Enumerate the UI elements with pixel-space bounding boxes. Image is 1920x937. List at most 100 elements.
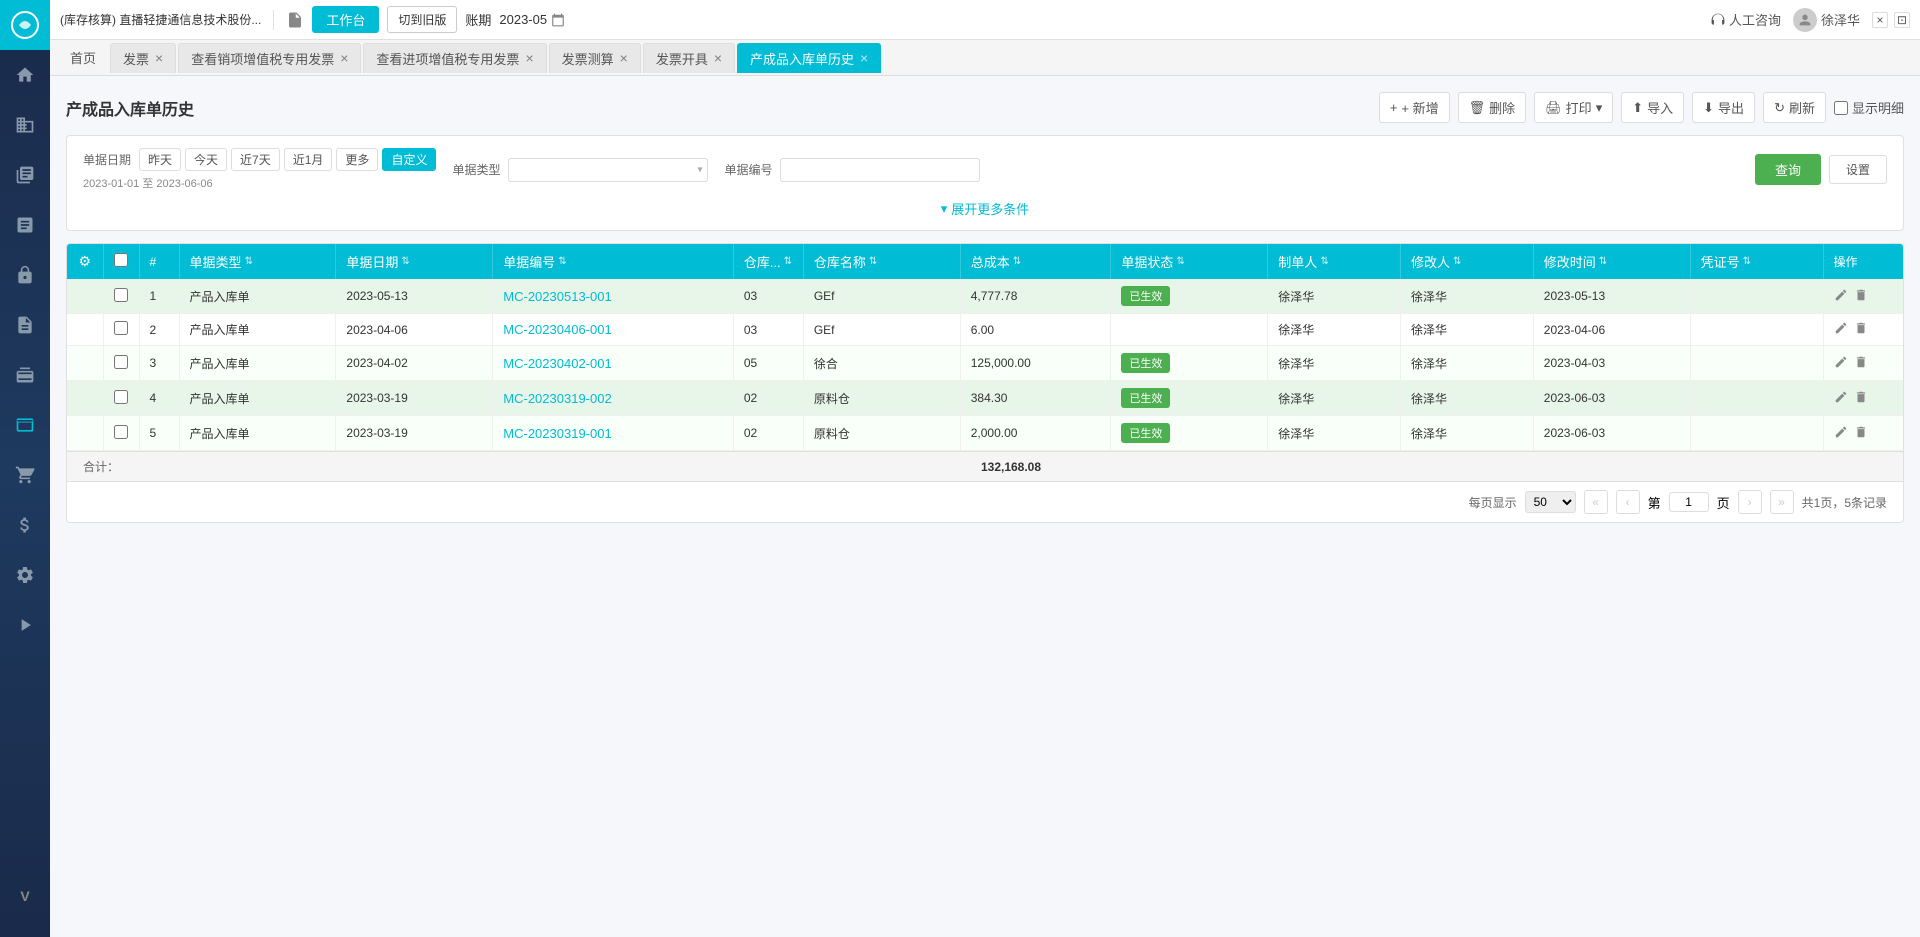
prev-page-btn[interactable]: ‹ [1616, 490, 1640, 514]
table-row[interactable]: 1 产品入库单 2023-05-13 MC-20230513-001 03 GE… [67, 279, 1903, 314]
support-item[interactable]: 人工咨询 [1711, 10, 1781, 29]
doc-number-link[interactable]: MC-20230406-001 [503, 322, 611, 337]
tab-issue[interactable]: 发票开具 × [643, 43, 735, 73]
sidebar-item-asset[interactable] [0, 350, 50, 400]
row-checkbox-3[interactable] [114, 390, 128, 404]
row-delete-btn[interactable] [1854, 425, 1868, 442]
user-item[interactable]: 徐泽华 [1793, 8, 1860, 32]
export-button[interactable]: ⬇ 导出 [1692, 92, 1755, 123]
th-date[interactable]: 单据日期 ⇅ [336, 244, 493, 279]
query-button[interactable]: 查询 [1755, 154, 1821, 185]
cell-number[interactable]: MC-20230319-001 [493, 416, 734, 451]
select-all-checkbox[interactable] [114, 253, 128, 267]
window-close-btn[interactable]: × [1872, 12, 1888, 28]
th-creator[interactable]: 制单人 ⇅ [1268, 244, 1401, 279]
new-button[interactable]: + + 新增 [1379, 92, 1450, 123]
tab-invoice-close[interactable]: × [155, 50, 163, 66]
table-row[interactable]: 3 产品入库单 2023-04-02 MC-20230402-001 05 徐合… [67, 346, 1903, 381]
th-voucher[interactable]: 凭证号 ⇅ [1690, 244, 1823, 279]
row-checkbox-4[interactable] [114, 425, 128, 439]
tab-product-in[interactable]: 产成品入库单历史 × [737, 43, 881, 73]
sidebar-item-org[interactable] [0, 100, 50, 150]
delete-button[interactable]: 🗑 删除 [1458, 92, 1527, 123]
th-modify-time[interactable]: 修改时间 ⇅ [1533, 244, 1690, 279]
row-delete-btn[interactable] [1854, 390, 1868, 407]
row-checkbox-0[interactable] [114, 288, 128, 302]
sidebar-item-salary[interactable] [0, 500, 50, 550]
th-status[interactable]: 单据状态 ⇅ [1111, 244, 1268, 279]
tab-sales-vat[interactable]: 查看销项增值税专用发票 × [178, 43, 361, 73]
row-edit-btn[interactable] [1834, 288, 1848, 305]
table-row[interactable]: 4 产品入库单 2023-03-19 MC-20230319-002 02 原料… [67, 381, 1903, 416]
tab-product-in-close[interactable]: × [860, 50, 868, 66]
date-btn-1month[interactable]: 近1月 [284, 148, 333, 171]
tab-calc-close[interactable]: × [620, 50, 628, 66]
doc-number-link[interactable]: MC-20230319-001 [503, 426, 611, 441]
th-modifier[interactable]: 修改人 ⇅ [1401, 244, 1534, 279]
window-maximize-btn[interactable]: ⊡ [1894, 12, 1910, 28]
old-version-button[interactable]: 切到旧版 [387, 6, 457, 33]
sidebar-item-ledger[interactable] [0, 150, 50, 200]
date-btn-custom[interactable]: 自定义 [382, 148, 436, 171]
row-delete-btn[interactable] [1854, 288, 1868, 305]
workspace-button[interactable]: 工作台 [312, 6, 379, 33]
refresh-button[interactable]: ↻ 刷新 [1763, 92, 1826, 123]
date-btn-more[interactable]: 更多 [336, 148, 378, 171]
tab-input-vat[interactable]: 查看进项增值税专用发票 × [363, 43, 546, 73]
sidebar-item-home[interactable] [0, 50, 50, 100]
row-edit-btn[interactable] [1834, 390, 1848, 407]
expand-button[interactable]: ▾ 展开更多条件 [941, 199, 1030, 218]
sidebar-item-player[interactable] [0, 600, 50, 650]
date-btn-today[interactable]: 今天 [185, 148, 227, 171]
sidebar-item-purchase[interactable] [0, 450, 50, 500]
set-button[interactable]: 设置 [1829, 155, 1887, 184]
cell-number[interactable]: MC-20230319-002 [493, 381, 734, 416]
page-size-select[interactable]: 50 100 200 [1525, 491, 1576, 513]
table-row[interactable]: 2 产品入库单 2023-04-06 MC-20230406-001 03 GE… [67, 314, 1903, 346]
cell-number[interactable]: MC-20230402-001 [493, 346, 734, 381]
next-page-btn[interactable]: › [1738, 490, 1762, 514]
cell-number[interactable]: MC-20230513-001 [493, 279, 734, 314]
date-btn-yesterday[interactable]: 昨天 [139, 148, 181, 171]
th-warehouse-name[interactable]: 仓库名称 ⇅ [803, 244, 960, 279]
cell-number[interactable]: MC-20230406-001 [493, 314, 734, 346]
doc-number-link[interactable]: MC-20230402-001 [503, 356, 611, 371]
row-delete-btn[interactable] [1854, 355, 1868, 372]
tab-invoice[interactable]: 发票 × [110, 43, 176, 73]
company-name[interactable]: (库存核算) 直播轻捷通信息技术股份... [60, 11, 261, 28]
doc-number-link[interactable]: MC-20230319-002 [503, 391, 611, 406]
tab-input-vat-close[interactable]: × [525, 50, 533, 66]
app-logo[interactable] [0, 0, 50, 50]
row-edit-btn[interactable] [1834, 425, 1848, 442]
doc-number-link[interactable]: MC-20230513-001 [503, 289, 611, 304]
sidebar-item-version[interactable]: V [0, 871, 50, 921]
tab-home[interactable]: 首页 [58, 43, 108, 73]
row-checkbox-2[interactable] [114, 355, 128, 369]
th-type[interactable]: 单据类型 ⇅ [179, 244, 336, 279]
th-number[interactable]: 单据编号 ⇅ [493, 244, 734, 279]
row-checkbox-1[interactable] [114, 321, 128, 335]
th-warehouse-code[interactable]: 仓库... ⇅ [733, 244, 803, 279]
sidebar-item-inventory[interactable] [0, 400, 50, 450]
tab-issue-close[interactable]: × [714, 50, 722, 66]
first-page-btn[interactable]: « [1584, 490, 1608, 514]
row-edit-btn[interactable] [1834, 355, 1848, 372]
row-delete-btn[interactable] [1854, 321, 1868, 338]
show-detail-checkbox[interactable] [1834, 101, 1848, 115]
import-button[interactable]: ⬆ 导入 [1621, 92, 1684, 123]
tab-calc[interactable]: 发票测算 × [549, 43, 641, 73]
number-filter-input[interactable] [780, 158, 980, 182]
sidebar-item-tax[interactable] [0, 250, 50, 300]
last-page-btn[interactable]: » [1770, 490, 1794, 514]
date-btn-7days[interactable]: 近7天 [231, 148, 280, 171]
table-row[interactable]: 5 产品入库单 2023-03-19 MC-20230319-001 02 原料… [67, 416, 1903, 451]
sidebar-item-voucher[interactable] [0, 300, 50, 350]
th-total-cost[interactable]: 总成本 ⇅ [960, 244, 1111, 279]
print-button[interactable]: 🖨 打印 ▾ [1534, 92, 1613, 123]
row-edit-btn[interactable] [1834, 321, 1848, 338]
tab-sales-vat-close[interactable]: × [340, 50, 348, 66]
type-select[interactable] [508, 158, 708, 182]
calendar-icon[interactable] [551, 13, 565, 27]
sidebar-item-chart[interactable] [0, 200, 50, 250]
sidebar-item-settings[interactable] [0, 550, 50, 600]
